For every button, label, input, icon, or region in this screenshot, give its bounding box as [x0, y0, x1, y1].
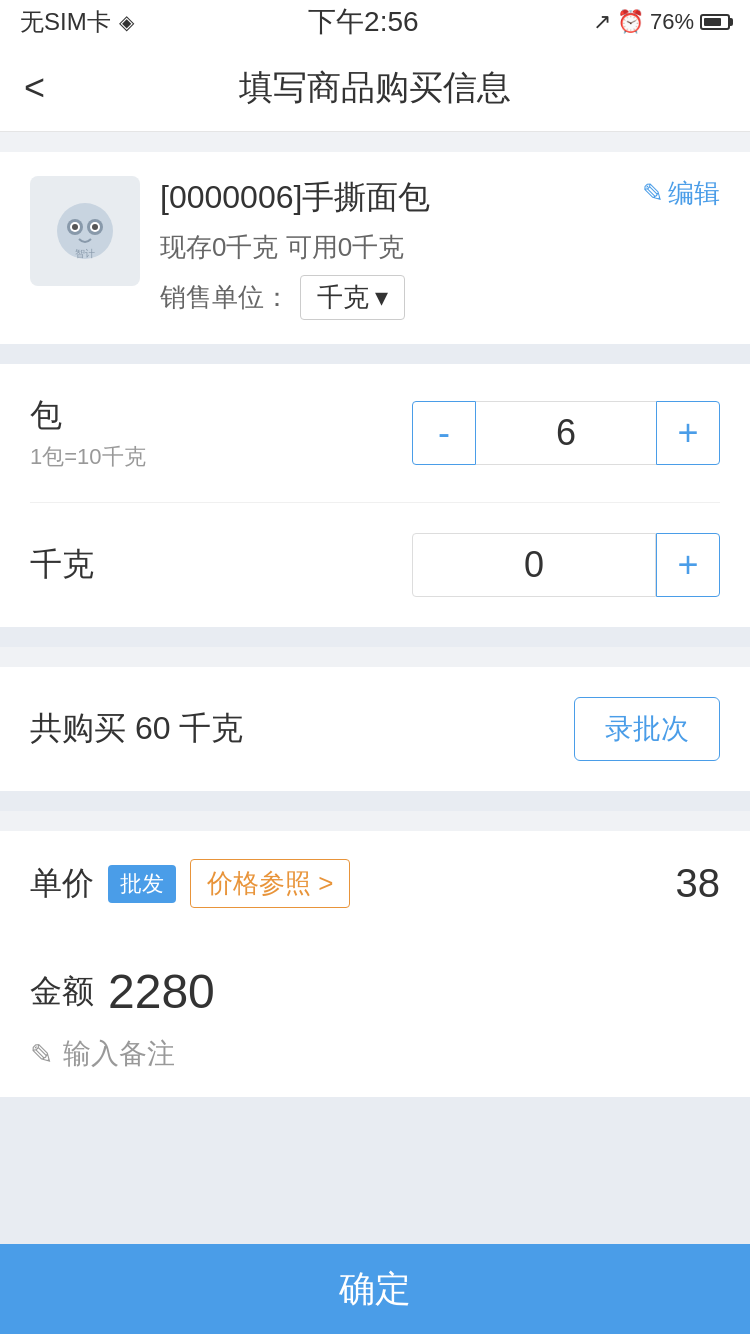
battery-icon: [700, 14, 730, 30]
amount-label: 金额: [30, 970, 94, 1014]
svg-point-6: [92, 224, 98, 230]
package-quantity-input[interactable]: [476, 401, 656, 465]
product-stock: 现存0千克 可用0千克: [160, 230, 720, 265]
kg-label-text: 千克: [30, 543, 94, 587]
kg-row: 千克 +: [30, 503, 720, 627]
section-divider-1: [0, 344, 750, 364]
page-title: 填写商品购买信息: [239, 65, 511, 111]
pencil-icon: ✎: [30, 1038, 53, 1071]
status-right: ↗ ⏰ 76%: [593, 9, 730, 35]
wifi-icon: ◈: [119, 10, 134, 34]
kg-plus-button[interactable]: +: [656, 533, 720, 597]
price-label: 单价: [30, 862, 94, 906]
product-name: [0000006]手撕面包: [160, 176, 430, 220]
amount-value: 2280: [108, 964, 215, 1019]
record-batch-button[interactable]: 录批次: [574, 697, 720, 761]
product-info: [0000006]手撕面包 ✎ 编辑 现存0千克 可用0千克 销售单位： 千克 …: [160, 176, 720, 320]
total-text: 共购买 60 千克: [30, 707, 243, 751]
price-tag: 批发: [108, 865, 176, 903]
kg-quantity-control: +: [412, 533, 720, 597]
note-row[interactable]: ✎ 输入备注: [30, 1035, 720, 1073]
chevron-down-icon: ▾: [375, 282, 388, 313]
edit-button[interactable]: ✎ 编辑: [642, 176, 720, 211]
kg-label: 千克: [30, 543, 94, 587]
svg-point-5: [72, 224, 78, 230]
status-left: 无SIM卡 ◈: [20, 6, 134, 38]
package-row: 包 1包=10千克 - +: [30, 364, 720, 503]
product-logo: 智计: [55, 201, 115, 261]
unit-value: 千克: [317, 280, 369, 315]
input-section: 包 1包=10千克 - + 千克 +: [0, 364, 750, 627]
package-sublabel: 1包=10千克: [30, 442, 146, 472]
price-section: 单价 批发 价格参照 > 38: [0, 831, 750, 936]
unit-select[interactable]: 千克 ▾: [300, 275, 405, 320]
amount-section: 金额 2280 ✎ 输入备注: [0, 936, 750, 1097]
package-plus-button[interactable]: +: [656, 401, 720, 465]
note-label: 输入备注: [63, 1035, 175, 1073]
location-icon: ↗: [593, 9, 611, 35]
price-row: 单价 批发 价格参照 > 38: [30, 831, 720, 936]
status-bar: 无SIM卡 ◈ 下午2:56 ↗ ⏰ 76%: [0, 0, 750, 44]
unit-label: 销售单位：: [160, 280, 290, 315]
package-minus-button[interactable]: -: [412, 401, 476, 465]
kg-quantity-input[interactable]: [412, 533, 656, 597]
back-button[interactable]: <: [24, 67, 45, 109]
edit-label: 编辑: [668, 176, 720, 211]
package-label: 包 1包=10千克: [30, 394, 146, 472]
price-value: 38: [676, 861, 721, 906]
alarm-icon: ⏰: [617, 9, 644, 35]
product-image: 智计: [30, 176, 140, 286]
battery-percentage: 76%: [650, 9, 694, 35]
time-display: 下午2:56: [308, 3, 419, 41]
price-ref-button[interactable]: 价格参照 >: [190, 859, 350, 908]
nav-bar: < 填写商品购买信息: [0, 44, 750, 132]
edit-icon: ✎: [642, 178, 664, 209]
package-label-text: 包: [30, 394, 146, 438]
confirm-button[interactable]: 确定: [0, 1244, 750, 1334]
section-divider-3: [0, 791, 750, 811]
product-header: [0000006]手撕面包 ✎ 编辑: [160, 176, 720, 230]
product-unit: 销售单位： 千克 ▾: [160, 275, 720, 320]
package-quantity-control: - +: [412, 401, 720, 465]
carrier-text: 无SIM卡: [20, 6, 111, 38]
svg-text:智计: 智计: [75, 248, 95, 259]
total-section: 共购买 60 千克 录批次: [0, 667, 750, 791]
section-divider-2: [0, 627, 750, 647]
product-card: 智计 [0000006]手撕面包 ✎ 编辑 现存0千克 可用0千克 销售单位： …: [0, 152, 750, 344]
amount-row: 金额 2280: [30, 964, 720, 1019]
